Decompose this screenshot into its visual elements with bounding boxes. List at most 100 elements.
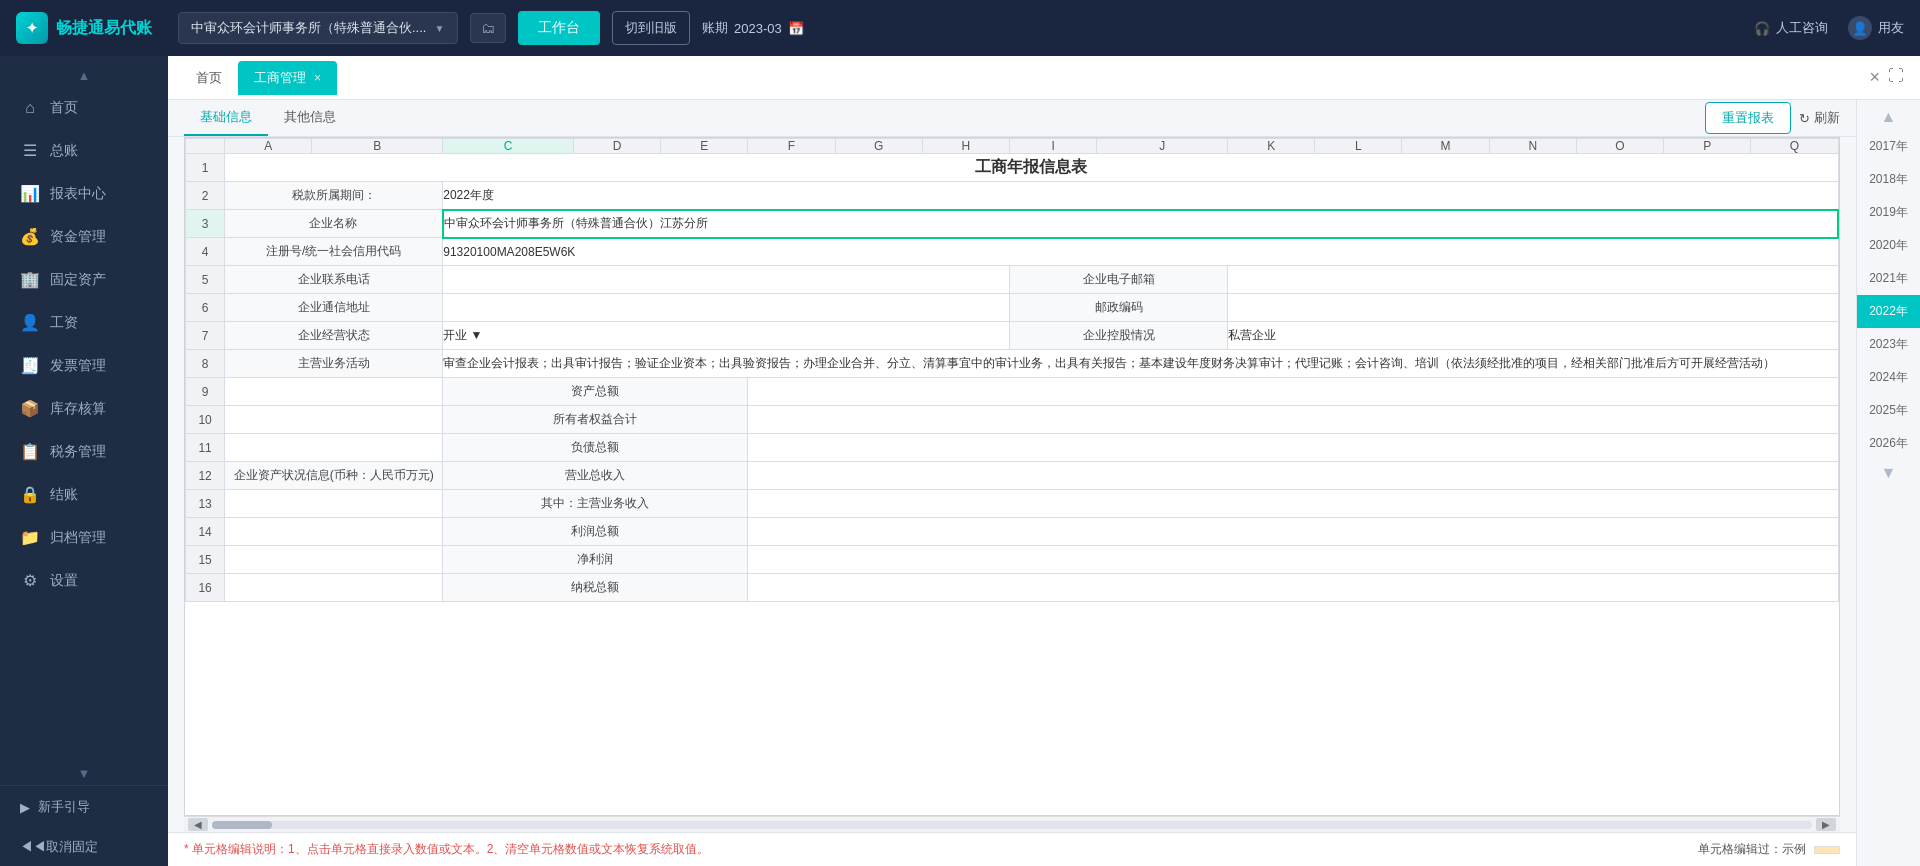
tab-close-icon[interactable]: × bbox=[314, 71, 321, 85]
sidebar-item-tax[interactable]: 📋 税务管理 bbox=[0, 430, 168, 473]
cell-2-value[interactable]: 2022年度 bbox=[443, 182, 1838, 210]
archive-button[interactable]: 🗂 bbox=[470, 13, 506, 43]
sidebar-item-label: 总账 bbox=[50, 142, 78, 160]
pin-label: ◀◀取消固定 bbox=[20, 838, 98, 856]
support-button[interactable]: 🎧 人工咨询 bbox=[1754, 19, 1828, 37]
cell-13-label: 其中：主营业务收入 bbox=[443, 490, 748, 518]
col-header-N: N bbox=[1489, 139, 1576, 154]
table-row: 1 工商年报信息表 bbox=[186, 154, 1839, 182]
table-row: 7 企业经营状态 开业 ▼ 企业控股情况 私营企业 bbox=[186, 322, 1839, 350]
inner-nav-bar: 基础信息 其他信息 重置报表 ↻ 刷新 bbox=[168, 100, 1856, 137]
company-selector[interactable]: 中审众环会计师事务所（特殊普通合伙.... ▼ bbox=[178, 12, 458, 44]
sidebar-item-assets[interactable]: 🏢 固定资产 bbox=[0, 258, 168, 301]
year-item-2024[interactable]: 2024年 bbox=[1857, 361, 1920, 394]
year-item-2019[interactable]: 2019年 bbox=[1857, 196, 1920, 229]
sidebar-item-report[interactable]: 📊 报表中心 bbox=[0, 172, 168, 215]
col-header-row: A B C D E F G H I J bbox=[186, 139, 1839, 154]
cell-8-value[interactable]: 审查企业会计报表；出具审计报告；验证企业资本；出具验资报告；办理企业合并、分立、… bbox=[443, 350, 1838, 378]
new-user-guide[interactable]: ▶ 新手引导 bbox=[0, 785, 168, 828]
cell-11-value[interactable] bbox=[748, 434, 1838, 462]
cell-7-status-label: 企业经营状态 bbox=[225, 322, 443, 350]
workbench-button[interactable]: 工作台 bbox=[518, 11, 600, 45]
year-item-2025[interactable]: 2025年 bbox=[1857, 394, 1920, 427]
user-menu[interactable]: 👤 用友 bbox=[1848, 16, 1904, 40]
cell-12-value[interactable] bbox=[748, 462, 1838, 490]
table-row: 16 纳税总额 bbox=[186, 574, 1839, 602]
cell-title[interactable]: 工商年报信息表 bbox=[225, 154, 1838, 182]
cell-9-value[interactable] bbox=[748, 378, 1838, 406]
tab-other-info[interactable]: 其他信息 bbox=[268, 100, 352, 136]
table-row: 9 资产总额 bbox=[186, 378, 1839, 406]
cell-16-rowlabel bbox=[225, 574, 443, 602]
year-panel-up[interactable]: ▲ bbox=[1877, 104, 1901, 130]
cell-10-value[interactable] bbox=[748, 406, 1838, 434]
cell-7-holding[interactable]: 私营企业 bbox=[1228, 322, 1838, 350]
table-row: 12 企业资产状况信息(币种：人民币万元) 营业总收入 bbox=[186, 462, 1839, 490]
panel-close-icon[interactable]: × bbox=[1869, 67, 1880, 88]
cell-4-value[interactable]: 91320100MA208E5W6K bbox=[443, 238, 1838, 266]
cell-7-status[interactable]: 开业 ▼ bbox=[443, 322, 1010, 350]
sidebar-item-ledger[interactable]: ☰ 总账 bbox=[0, 129, 168, 172]
sidebar-item-invoice[interactable]: 🧾 发票管理 bbox=[0, 344, 168, 387]
refresh-label: 刷新 bbox=[1814, 109, 1840, 127]
cell-edited-sample bbox=[1814, 846, 1840, 854]
report-icon: 📊 bbox=[20, 184, 40, 203]
tab-basic-label: 基础信息 bbox=[200, 109, 252, 124]
reset-report-button[interactable]: 重置报表 bbox=[1705, 102, 1791, 134]
refresh-button[interactable]: ↻ 刷新 bbox=[1799, 109, 1840, 127]
year-item-2021[interactable]: 2021年 bbox=[1857, 262, 1920, 295]
sidebar-item-archive[interactable]: 📁 归档管理 bbox=[0, 516, 168, 559]
col-header-A: A bbox=[225, 139, 312, 154]
year-item-2020[interactable]: 2020年 bbox=[1857, 229, 1920, 262]
spreadsheet-container[interactable]: A B C D E F G H I J bbox=[184, 137, 1840, 816]
panel-expand-icon[interactable]: ⛶ bbox=[1888, 67, 1904, 88]
table-row: 6 企业通信地址 邮政编码 bbox=[186, 294, 1839, 322]
cell-10-label: 所有者权益合计 bbox=[443, 406, 748, 434]
sidebar-item-home[interactable]: ⌂ 首页 bbox=[0, 87, 168, 129]
year-item-2018[interactable]: 2018年 bbox=[1857, 163, 1920, 196]
new-user-label: 新手引导 bbox=[38, 798, 90, 816]
cell-6-address[interactable] bbox=[443, 294, 1010, 322]
main-layout: ▲ ⌂ 首页 ☰ 总账 📊 报表中心 💰 资金管理 🏢 固定资产 👤 工资 🧾 … bbox=[0, 56, 1920, 866]
row-num-9: 9 bbox=[186, 378, 225, 406]
year-item-2017[interactable]: 2017年 bbox=[1857, 130, 1920, 163]
cell-15-value[interactable] bbox=[748, 546, 1838, 574]
new-user-icon: ▶ bbox=[20, 800, 30, 815]
year-item-2026[interactable]: 2026年 bbox=[1857, 427, 1920, 460]
horizontal-scrollbar[interactable]: ◀ ▶ bbox=[184, 816, 1840, 832]
oldver-button[interactable]: 切到旧版 bbox=[612, 11, 690, 45]
cell-16-value[interactable] bbox=[748, 574, 1838, 602]
hscroll-right-btn[interactable]: ▶ bbox=[1816, 818, 1836, 831]
cell-3-value[interactable]: 中审众环会计师事务所（特殊普通合伙）江苏分所 bbox=[443, 210, 1838, 238]
year-item-2023[interactable]: 2023年 bbox=[1857, 328, 1920, 361]
row-num-12: 12 bbox=[186, 462, 225, 490]
tab-basic-info[interactable]: 基础信息 bbox=[184, 100, 268, 136]
sidebar-item-finance[interactable]: 💰 资金管理 bbox=[0, 215, 168, 258]
cell-5-email[interactable] bbox=[1228, 266, 1838, 294]
sidebar-scroll-up[interactable]: ▲ bbox=[0, 64, 168, 87]
calendar-icon[interactable]: 📅 bbox=[788, 21, 804, 36]
hscroll-left-btn[interactable]: ◀ bbox=[188, 818, 208, 831]
cell-11-rowlabel bbox=[225, 434, 443, 462]
cell-13-value[interactable] bbox=[748, 490, 1838, 518]
sidebar-item-payroll[interactable]: 👤 工资 bbox=[0, 301, 168, 344]
sidebar-item-inventory[interactable]: 📦 库存核算 bbox=[0, 387, 168, 430]
cell-5-phone[interactable] bbox=[443, 266, 1010, 294]
year-item-2022[interactable]: 2022年 bbox=[1857, 295, 1920, 328]
logo-icon: ✦ bbox=[16, 12, 48, 44]
sidebar-scroll-down[interactable]: ▼ bbox=[0, 762, 168, 785]
company-name: 中审众环会计师事务所（特殊普通合伙.... bbox=[191, 19, 426, 37]
tab-home[interactable]: 首页 bbox=[184, 61, 234, 95]
hscroll-thumb[interactable] bbox=[212, 821, 272, 829]
cell-6-postal[interactable] bbox=[1228, 294, 1838, 322]
year-panel-down[interactable]: ▼ bbox=[1877, 460, 1901, 486]
sidebar-pin-toggle[interactable]: ◀◀取消固定 bbox=[0, 828, 168, 866]
hscroll-track[interactable] bbox=[212, 821, 1812, 829]
cell-10-rowlabel bbox=[225, 406, 443, 434]
sidebar-item-label: 设置 bbox=[50, 572, 78, 590]
tab-industrial[interactable]: 工商管理 × bbox=[238, 61, 337, 95]
sidebar-item-settings[interactable]: ⚙ 设置 bbox=[0, 559, 168, 602]
row-num-13: 13 bbox=[186, 490, 225, 518]
sidebar-item-close[interactable]: 🔒 结账 bbox=[0, 473, 168, 516]
cell-14-value[interactable] bbox=[748, 518, 1838, 546]
